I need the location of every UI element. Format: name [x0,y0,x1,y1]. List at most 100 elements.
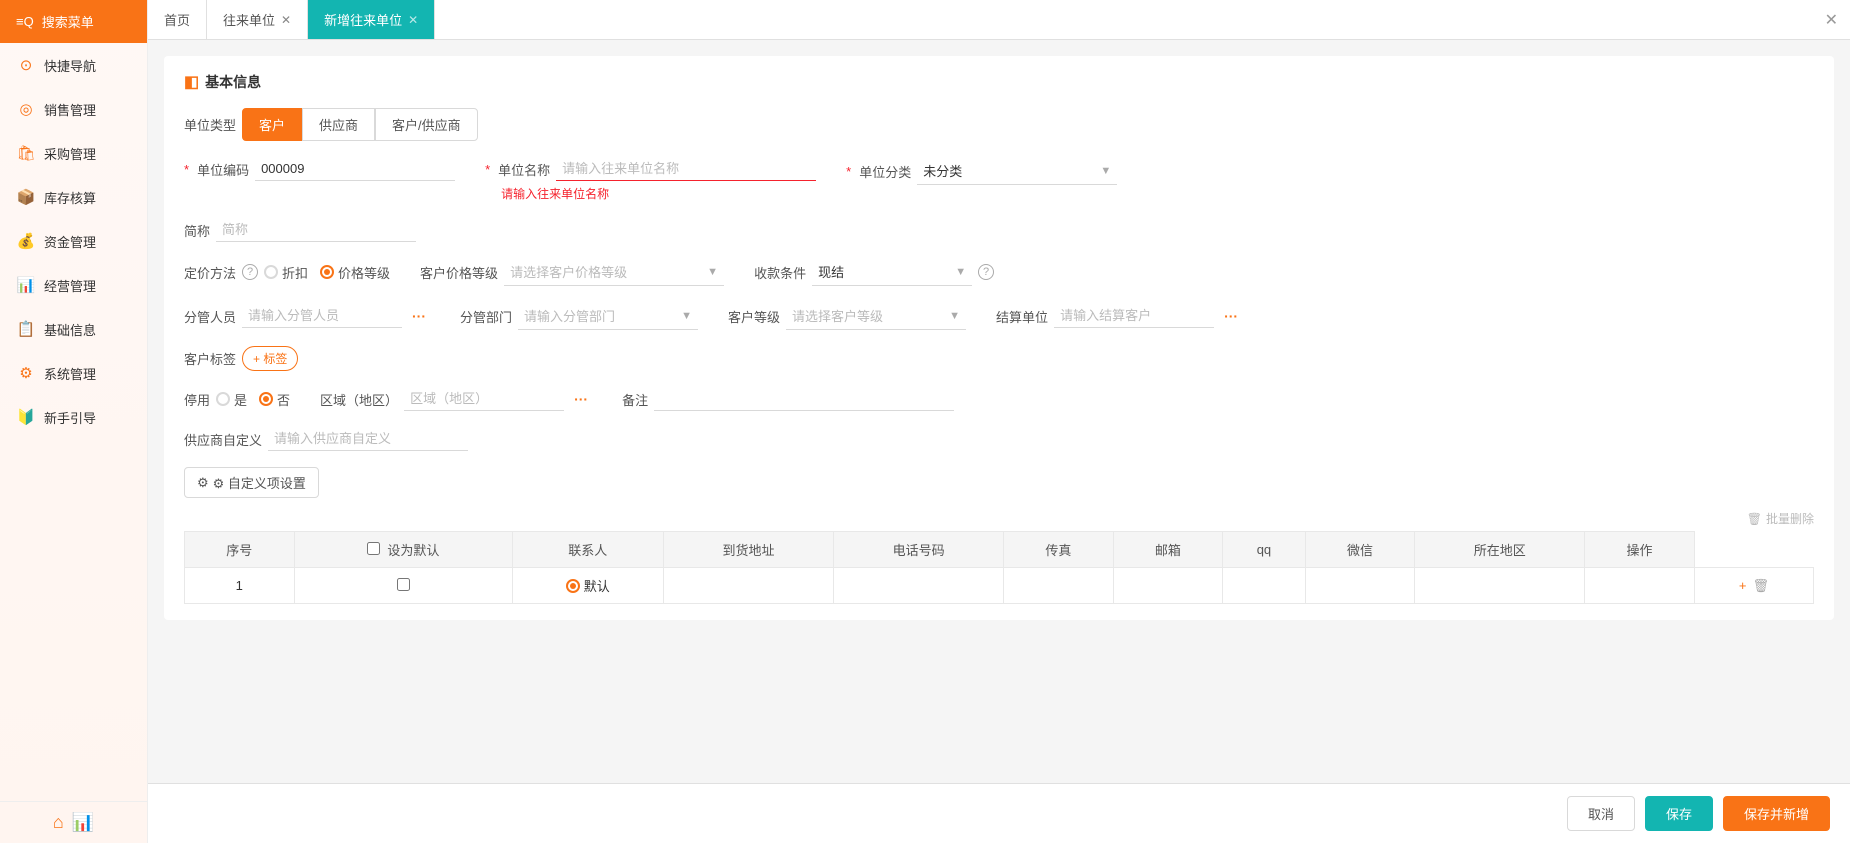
disabled-yes-radio [216,392,230,406]
table-header-cell: 微信 [1305,532,1415,568]
region-field: 区域（地区） ··· [320,387,592,411]
remark-field: 备注 [622,387,954,411]
customer-level-field: 客户等级 请选择客户等级 ▼ [728,302,966,330]
manager-field: 分管人员 ··· [184,304,430,328]
disabled-radio-group: 是 否 [216,390,290,409]
supplier-custom-label: 供应商自定义 [184,430,262,449]
unit-type-both-btn[interactable]: 客户/供应商 [375,108,478,141]
tab-contacts[interactable]: 往来单位✕ [207,0,308,39]
unit-category-label: 单位分类 [859,162,911,181]
sidebar-search[interactable]: ≡Q 搜索菜单 [0,0,147,43]
customer-price-level-select[interactable]: 请选择客户价格等级 ▼ [504,258,724,286]
unit-category-value: 未分类 [923,161,962,180]
disabled-yes-option[interactable]: 是 [216,390,247,409]
table-header-cell: 到货地址 [664,532,834,568]
basic-info-card: ◧ 基本信息 单位类型 客户 供应商 客户/供应商 * 单位编码 [164,56,1834,620]
table-cell-到货地址 [834,568,1004,604]
save-and-new-button[interactable]: 保存并新增 [1723,796,1830,831]
department-select[interactable]: 请输入分管部门 ▼ [518,302,698,330]
payment-terms-select[interactable]: 现结 ▼ [812,258,972,286]
tab-close-contacts[interactable]: ✕ [281,13,291,27]
contacts-table: 序号 设为默认联系人到货地址电话号码传真邮箱qq微信所在地区操作 1默认+🗑 [184,531,1814,604]
table-header-cell: 联系人 [512,532,663,568]
finance-icon: 💰 [16,231,36,251]
table-header-cell: 电话号码 [834,532,1004,568]
sidebar-item-system[interactable]: ⚙系统管理 [0,351,147,395]
pricing-discount-option[interactable]: 折扣 [264,263,308,282]
manager-more-btn[interactable]: ··· [408,308,430,324]
manager-label: 分管人员 [184,307,236,326]
sidebar-item-operations[interactable]: 📊 经营管理 [0,263,147,307]
supplier-custom-input[interactable] [268,427,468,451]
payment-terms-field: 收款条件 现结 ▼ ? [754,258,994,286]
table-header-cell: 操作 [1585,532,1695,568]
chart-icon[interactable]: 📊 [72,812,94,833]
delete-row-btn[interactable]: 🗑 [1752,578,1769,593]
unit-code-label: 单位编码 [197,160,249,179]
home-icon[interactable]: ⌂ [53,812,64,833]
cancel-button[interactable]: 取消 [1567,796,1635,831]
tab-new-contact[interactable]: 新增往来单位✕ [308,0,435,39]
sidebar-item-purchase[interactable]: 🛍采购管理 [0,131,147,175]
form-footer: 取消 保存 保存并新增 [148,783,1850,843]
settlement-more-btn[interactable]: ··· [1220,308,1242,324]
pricing-help-icon[interactable]: ? [242,264,258,280]
remark-input[interactable] [654,387,954,411]
region-label: 区域（地区） [320,390,398,409]
add-tag-button[interactable]: + 标签 [242,346,298,371]
select-all-checkbox[interactable] [367,542,380,555]
region-input[interactable] [404,387,564,411]
table-cell-传真 [1113,568,1223,604]
sidebar-item-inventory[interactable]: 📦库存核算 [0,175,147,219]
customer-price-placeholder: 请选择客户价格等级 [510,262,627,281]
sidebar-item-finance[interactable]: 💰资金管理 [0,219,147,263]
payment-terms-value: 现结 [818,262,844,281]
sidebar-item-label-inventory: 库存核算 [44,188,96,207]
tab-home[interactable]: 首页 [148,0,207,39]
manager-input[interactable] [242,304,402,328]
department-label: 分管部门 [460,307,512,326]
code-name-row: * 单位编码 * 单位名称 请输入往来单位名称 * 单位分类 [184,157,1814,202]
unit-code-input[interactable] [255,157,455,181]
table-header-cell: qq [1223,532,1306,568]
sidebar-item-sales[interactable]: ◎销售管理 [0,87,147,131]
sidebar-item-basic-info[interactable]: 📋基础信息 [0,307,147,351]
tab-close-new-contact[interactable]: ✕ [408,13,418,27]
dept-chevron-icon: ▼ [681,310,692,322]
operations-icon: 📊 [16,275,36,295]
supplier-custom-row: 供应商自定义 [184,427,1814,451]
unit-type-supplier-btn[interactable]: 供应商 [302,108,375,141]
add-row-btn[interactable]: + [1739,578,1747,593]
pricing-level-label: 价格等级 [338,263,390,282]
disabled-yes-label: 是 [234,390,247,409]
content-area: ◧ 基本信息 单位类型 客户 供应商 客户/供应商 * 单位编码 [148,40,1850,783]
payment-help-icon[interactable]: ? [978,264,994,280]
batch-delete-icon: 🗑 [1747,512,1762,526]
unit-name-input[interactable] [556,157,816,181]
sidebar-item-new-guide[interactable]: 🔰新手引导 [0,395,147,439]
batch-delete-area: 🗑 批量删除 [184,510,1814,527]
pricing-level-option[interactable]: 价格等级 [320,263,390,282]
customer-level-select[interactable]: 请选择客户等级 ▼ [786,302,966,330]
sidebar-item-quick-nav[interactable]: ⊙快捷导航 [0,43,147,87]
disabled-no-option[interactable]: 否 [259,390,290,409]
unit-name-label: 单位名称 [498,160,550,179]
sidebar-bottom-icons: ⌂ 📊 [0,802,147,843]
save-button[interactable]: 保存 [1645,796,1713,831]
row-checkbox[interactable] [397,578,410,591]
close-all-tabs-button[interactable]: ✕ [1813,0,1850,39]
disabled-row: 停用 是 否 区域（地区） ··· [184,387,1814,411]
tab-label-home: 首页 [164,10,190,29]
batch-delete-label[interactable]: 批量删除 [1766,510,1814,527]
table-cell-seq: 1 [185,568,295,604]
abbr-input[interactable] [216,218,416,242]
unit-type-customer-btn[interactable]: 客户 [242,108,302,141]
region-more-btn[interactable]: ··· [570,391,592,407]
unit-category-select[interactable]: 未分类 ▼ [917,157,1117,185]
settlement-unit-input[interactable] [1054,304,1214,328]
sidebar-item-label-operations: 经营管理 [44,276,96,295]
custom-settings-button[interactable]: ⚙ ⚙ 自定义项设置 [184,467,319,498]
unit-name-field: * 单位名称 请输入往来单位名称 [485,157,816,202]
unit-type-buttons: 客户 供应商 客户/供应商 [242,108,478,141]
system-icon: ⚙ [16,363,36,383]
